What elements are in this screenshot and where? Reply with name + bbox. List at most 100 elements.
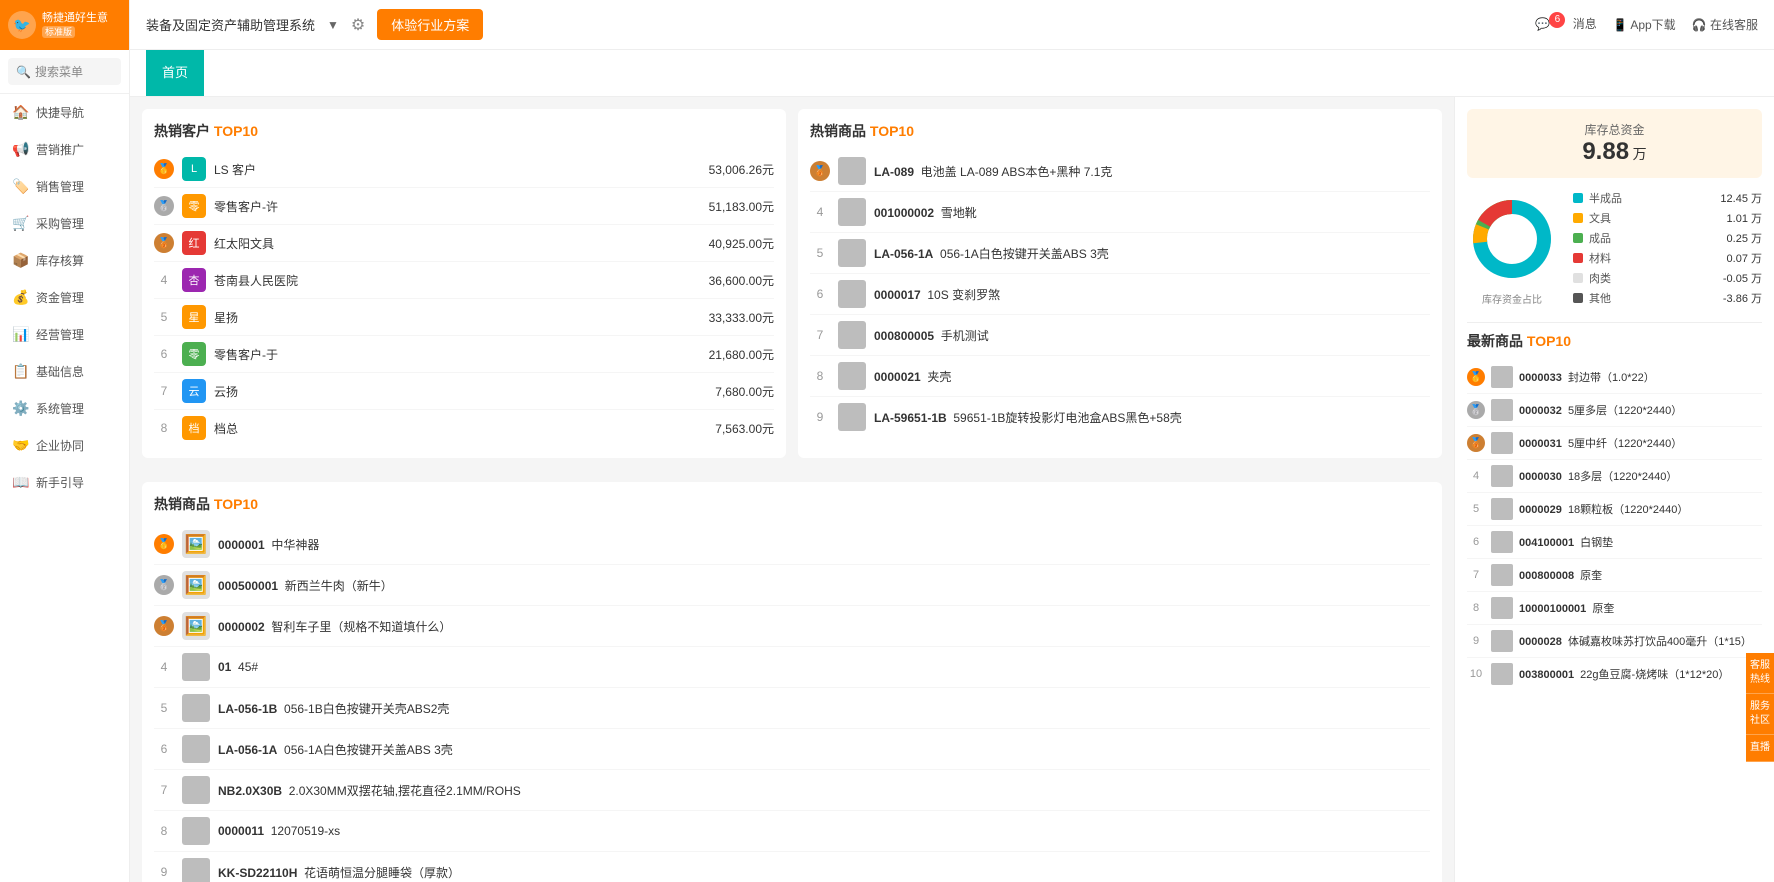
legend-item: 文具 1.01 万 (1573, 210, 1762, 226)
sidebar-item-purchase[interactable]: 🛒 采购管理 (0, 205, 129, 242)
legend-item: 肉类 -0.05 万 (1573, 270, 1762, 286)
rank-medal-gold: 🥇 (154, 159, 174, 179)
sidebar-search[interactable]: 🔍 搜索菜单 (0, 50, 129, 94)
sidebar-item-operation[interactable]: 📊 经营管理 (0, 316, 129, 353)
list-item: 6 LA-056-1A 056-1A白色按键开关盖ABS 3壳 (154, 729, 1430, 770)
product-img (838, 198, 866, 226)
customer-value: 7,680.00元 (715, 383, 774, 400)
np-name: 10000100001 原奎 (1519, 600, 1762, 616)
online-service[interactable]: 🎧 在线客服 (1692, 16, 1758, 33)
customer-value: 21,680.00元 (709, 346, 774, 363)
box-icon: 📦 (12, 252, 30, 269)
new-product-item: 4 0000030 18多层（1220*2440） (1467, 460, 1762, 493)
avatar: 云 (182, 379, 206, 403)
customer-name: LS 客户 (214, 161, 701, 178)
sidebar-item-sales[interactable]: 🏷️ 销售管理 (0, 168, 129, 205)
new-product-item: 🥉 0000031 5厘中纤（1220*2440） (1467, 427, 1762, 460)
rank-num: 8 (154, 421, 174, 435)
new-products-title: 最新商品 TOP10 (1467, 331, 1762, 351)
product-name: 001000002 雪地靴 (874, 204, 1430, 221)
product-name: NB2.0X30B 2.0X30MM双摆花轴,摆花直径2.1MM/ROHS (218, 782, 1430, 799)
product-img (182, 653, 210, 681)
rank-num: 6 (810, 287, 830, 301)
hot-products-title: 热销商品 TOP10 (154, 494, 1430, 514)
legend-dot (1573, 293, 1583, 303)
product-img (838, 239, 866, 267)
list-item: 6 0000017 10S 变刹罗煞 (810, 274, 1430, 315)
customer-value: 51,183.00元 (709, 198, 774, 215)
sidebar: 🐦 畅捷通好生意 标准版 🔍 搜索菜单 🏠 快捷导航 📢 营销推广 🏷️ 销售管… (0, 0, 130, 882)
rank-medal-silver: 🥈 (154, 196, 174, 216)
product-img (838, 362, 866, 390)
list-item: 7 NB2.0X30B 2.0X30MM双摆花轴,摆花直径2.1MM/ROHS (154, 770, 1430, 811)
logo-icon: 🐦 (8, 11, 36, 39)
list-item: 🥇 L LS 客户 53,006.26元 (154, 151, 774, 188)
sidebar-item-basic[interactable]: 📋 基础信息 (0, 353, 129, 390)
settings-icon[interactable]: ⚙ (351, 15, 365, 35)
np-img (1491, 663, 1513, 685)
rank-medal-gold: 🥇 (154, 534, 174, 554)
float-live[interactable]: 直播 (1746, 735, 1774, 762)
customer-name: 零售客户-于 (214, 346, 701, 363)
sidebar-item-quick[interactable]: 🏠 快捷导航 (0, 94, 129, 131)
product-name: 0000001 中华神器 (218, 536, 1430, 553)
customers-card: 热销客户 TOP10 🥇 L LS 客户 53,006.26元 🥈 零 零售客户… (142, 109, 786, 458)
rank-num: 9 (810, 410, 830, 424)
sidebar-item-guide[interactable]: 📖 新手引导 (0, 464, 129, 501)
list-item: 9 KK-SD22110H 花语萌恒温分腿睡袋（厚款） (154, 852, 1430, 882)
list-item: 6 零 零售客户-于 21,680.00元 (154, 336, 774, 373)
rank-num: 8 (1467, 602, 1485, 614)
sidebar-item-system[interactable]: ⚙️ 系统管理 (0, 390, 129, 427)
rank-num: 4 (810, 205, 830, 219)
chart-label: 库存资金占比 (1467, 291, 1557, 306)
legend-dot (1573, 193, 1583, 203)
float-service-community[interactable]: 服务 社区 (1746, 694, 1774, 735)
rank-num: 5 (154, 701, 174, 715)
avatar: 杏 (182, 268, 206, 292)
top-products-right-card: 热销商品 TOP10 🥉 LA-089 电池盖 LA-089 ABS本色+黑种 … (798, 109, 1442, 458)
np-name: 004100001 白钢垫 (1519, 534, 1762, 550)
inventory-unit: 万 (1633, 146, 1647, 162)
new-product-item: 5 0000029 18颗粒板（1220*2440） (1467, 493, 1762, 526)
rank-num: 4 (154, 273, 174, 287)
list-item: 9 LA-59651-1B 59651-1B旋转投影灯电池盒ABS黑色+58壳 (810, 397, 1430, 437)
messages-area[interactable]: 💬 6 消息 (1535, 15, 1597, 34)
np-name: 0000031 5厘中纤（1220*2440） (1519, 435, 1762, 451)
np-img (1491, 564, 1513, 586)
rank-num: 9 (1467, 635, 1485, 647)
np-name: 0000033 封边带（1.0*22） (1519, 369, 1762, 385)
legend-item: 半成品 12.45 万 (1573, 190, 1762, 206)
list-item: 7 云 云扬 7,680.00元 (154, 373, 774, 410)
rank-num: 5 (1467, 503, 1485, 515)
customer-name: 云扬 (214, 383, 707, 400)
system-dropdown[interactable]: ▼ (327, 18, 339, 32)
trial-button[interactable]: 体验行业方案 (377, 9, 483, 40)
list-item: 5 LA-056-1B 056-1B白色按键开关壳ABS2壳 (154, 688, 1430, 729)
sidebar-item-marketing[interactable]: 📢 营销推广 (0, 131, 129, 168)
product-img: 🖼️ (182, 530, 210, 558)
rank-num: 10 (1467, 668, 1485, 680)
logo-text: 畅捷通好生意 标准版 (42, 11, 108, 40)
customer-name: 红太阳文具 (214, 235, 701, 252)
app-download[interactable]: 📱 App下载 (1613, 16, 1676, 33)
float-buttons: 客服 热线 服务 社区 直播 (1746, 653, 1774, 762)
product-name: LA-089 电池盖 LA-089 ABS本色+黑种 7.1克 (874, 163, 1430, 180)
float-service-hotline[interactable]: 客服 热线 (1746, 653, 1774, 694)
sidebar-item-corp[interactable]: 🤝 企业协同 (0, 427, 129, 464)
product-img: 🖼️ (182, 612, 210, 640)
chart-icon: 📊 (12, 326, 30, 343)
new-product-item: 6 004100001 白钢垫 (1467, 526, 1762, 559)
rank-medal-silver: 🥈 (154, 575, 174, 595)
product-name: 000800005 手机测试 (874, 327, 1430, 344)
donut-chart (1467, 194, 1557, 284)
search-menu-button[interactable]: 🔍 搜索菜单 (8, 58, 121, 85)
np-name: 0000030 18多层（1220*2440） (1519, 468, 1762, 484)
new-product-item: 9 0000028 体碱嘉枚味苏打饮品400毫升（1*15） (1467, 625, 1762, 658)
sidebar-item-inventory[interactable]: 📦 库存核算 (0, 242, 129, 279)
sidebar-item-finance[interactable]: 💰 资金管理 (0, 279, 129, 316)
chart-legend: 半成品 12.45 万 文具 1.01 万 成品 0.25 万 (1573, 190, 1762, 310)
customer-value: 7,563.00元 (715, 420, 774, 437)
rank-num: 6 (154, 742, 174, 756)
tab-home[interactable]: 首页 (146, 50, 204, 96)
product-name: 0000021 夹壳 (874, 368, 1430, 385)
